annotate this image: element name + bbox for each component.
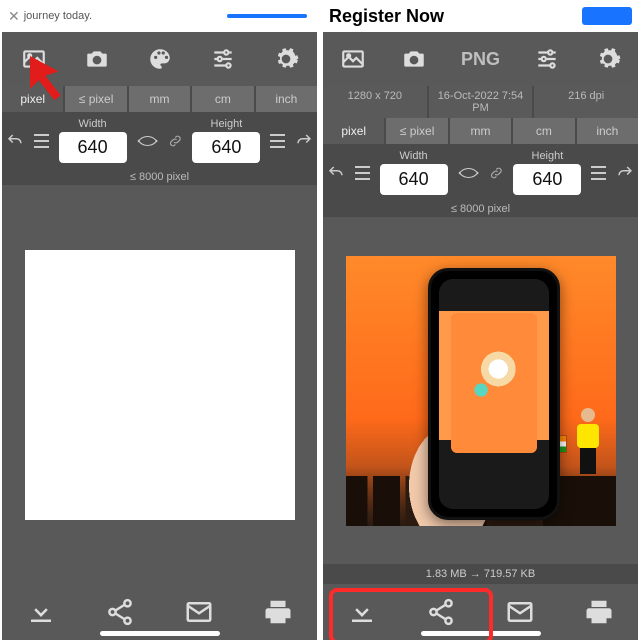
menu-icon[interactable]: [34, 134, 49, 148]
blank-canvas[interactable]: [25, 250, 295, 520]
download-icon[interactable]: [26, 597, 56, 627]
meta-date: 16-Oct-2022 7:54 PM: [429, 86, 533, 118]
ad-title: Register Now: [329, 6, 444, 27]
menu-icon[interactable]: [355, 166, 370, 180]
screenshot-right: Register Now PNG 1280 x 720 16-Oct-2022 …: [323, 0, 638, 640]
sliders-icon[interactable]: [534, 46, 560, 72]
bottom-toolbar: [2, 584, 317, 640]
palette-icon[interactable]: [147, 46, 173, 72]
link-icon[interactable]: [168, 132, 183, 150]
height-label: Height: [532, 150, 564, 162]
canvas-area: [2, 185, 317, 584]
format-label[interactable]: PNG: [461, 49, 500, 70]
swap-icon: [137, 134, 158, 148]
height-input[interactable]: 640: [513, 164, 581, 195]
image-preview[interactable]: [346, 256, 616, 526]
height-input[interactable]: 640: [192, 132, 260, 163]
unit-pixel[interactable]: pixel: [2, 86, 63, 112]
meta-dimensions: 1280 x 720: [323, 86, 427, 118]
image-meta: 1280 x 720 16-Oct-2022 7:54 PM 216 dpi: [323, 86, 638, 118]
unit-mm[interactable]: mm: [129, 86, 190, 112]
unit-mm[interactable]: mm: [450, 118, 511, 144]
height-label: Height: [211, 118, 243, 130]
redo-icon[interactable]: [616, 162, 634, 184]
height-field: Height 640: [513, 150, 581, 195]
iphone-mockup: [428, 268, 560, 520]
share-icon[interactable]: [105, 597, 135, 627]
file-size-info: 1.83 MB → 719.57 KB: [323, 564, 638, 584]
unit-pixel[interactable]: pixel: [323, 118, 384, 144]
close-ad-icon[interactable]: ✕: [8, 8, 20, 25]
unit-inch[interactable]: inch: [577, 118, 638, 144]
print-icon[interactable]: [584, 597, 614, 627]
height-field: Height 640: [192, 118, 260, 163]
unit-cm[interactable]: cm: [513, 118, 574, 144]
camera-icon[interactable]: [401, 46, 427, 72]
size-bar: Width 640 Height 640: [2, 112, 317, 169]
ad-banner: Register Now: [323, 0, 638, 32]
home-indicator: [100, 631, 220, 636]
swap-icon: [458, 166, 479, 180]
gear-icon[interactable]: [273, 46, 299, 72]
top-toolbar: PNG: [323, 32, 638, 86]
width-label: Width: [400, 150, 428, 162]
mail-icon[interactable]: [505, 597, 535, 627]
width-input[interactable]: 640: [380, 164, 448, 195]
unit-lte-pixel[interactable]: ≤ pixel: [65, 86, 126, 112]
undo-icon[interactable]: [327, 162, 345, 184]
mail-icon[interactable]: [184, 597, 214, 627]
ad-cta[interactable]: [582, 7, 632, 25]
download-icon[interactable]: [347, 597, 377, 627]
print-icon[interactable]: [263, 597, 293, 627]
width-field: Width 640: [59, 118, 127, 163]
gallery-icon[interactable]: [21, 46, 47, 72]
width-label: Width: [79, 118, 107, 130]
size-limit: ≤ 8000 pixel: [2, 169, 317, 185]
sliders-icon[interactable]: [210, 46, 236, 72]
unit-inch[interactable]: inch: [256, 86, 317, 112]
menu-icon-2[interactable]: [591, 166, 606, 180]
meta-dpi: 216 dpi: [534, 86, 638, 118]
bottom-toolbar: [323, 584, 638, 640]
size-limit: ≤ 8000 pixel: [323, 201, 638, 217]
home-indicator: [421, 631, 541, 636]
unit-cm[interactable]: cm: [192, 86, 253, 112]
gear-icon[interactable]: [595, 46, 621, 72]
camera-icon[interactable]: [84, 46, 110, 72]
undo-icon[interactable]: [6, 130, 24, 152]
menu-icon-2[interactable]: [270, 134, 285, 148]
unit-tabs: pixel ≤ pixel mm cm inch: [323, 118, 638, 144]
redo-icon[interactable]: [295, 130, 313, 152]
top-toolbar: [2, 32, 317, 86]
ad-progress: [227, 14, 307, 18]
width-input[interactable]: 640: [59, 132, 127, 163]
link-icon[interactable]: [489, 164, 504, 182]
child-figure: [570, 408, 606, 478]
ad-text: journey today.: [24, 10, 92, 22]
share-icon[interactable]: [426, 597, 456, 627]
canvas-area: [323, 217, 638, 564]
ad-banner: ✕ journey today.: [2, 0, 317, 32]
screenshot-left: ✕ journey today. pixel ≤ pixel mm cm inc…: [2, 0, 317, 640]
width-field: Width 640: [380, 150, 448, 195]
unit-lte-pixel[interactable]: ≤ pixel: [386, 118, 447, 144]
size-bar: Width 640 Height 640: [323, 144, 638, 201]
unit-tabs: pixel ≤ pixel mm cm inch: [2, 86, 317, 112]
gallery-icon[interactable]: [340, 46, 366, 72]
